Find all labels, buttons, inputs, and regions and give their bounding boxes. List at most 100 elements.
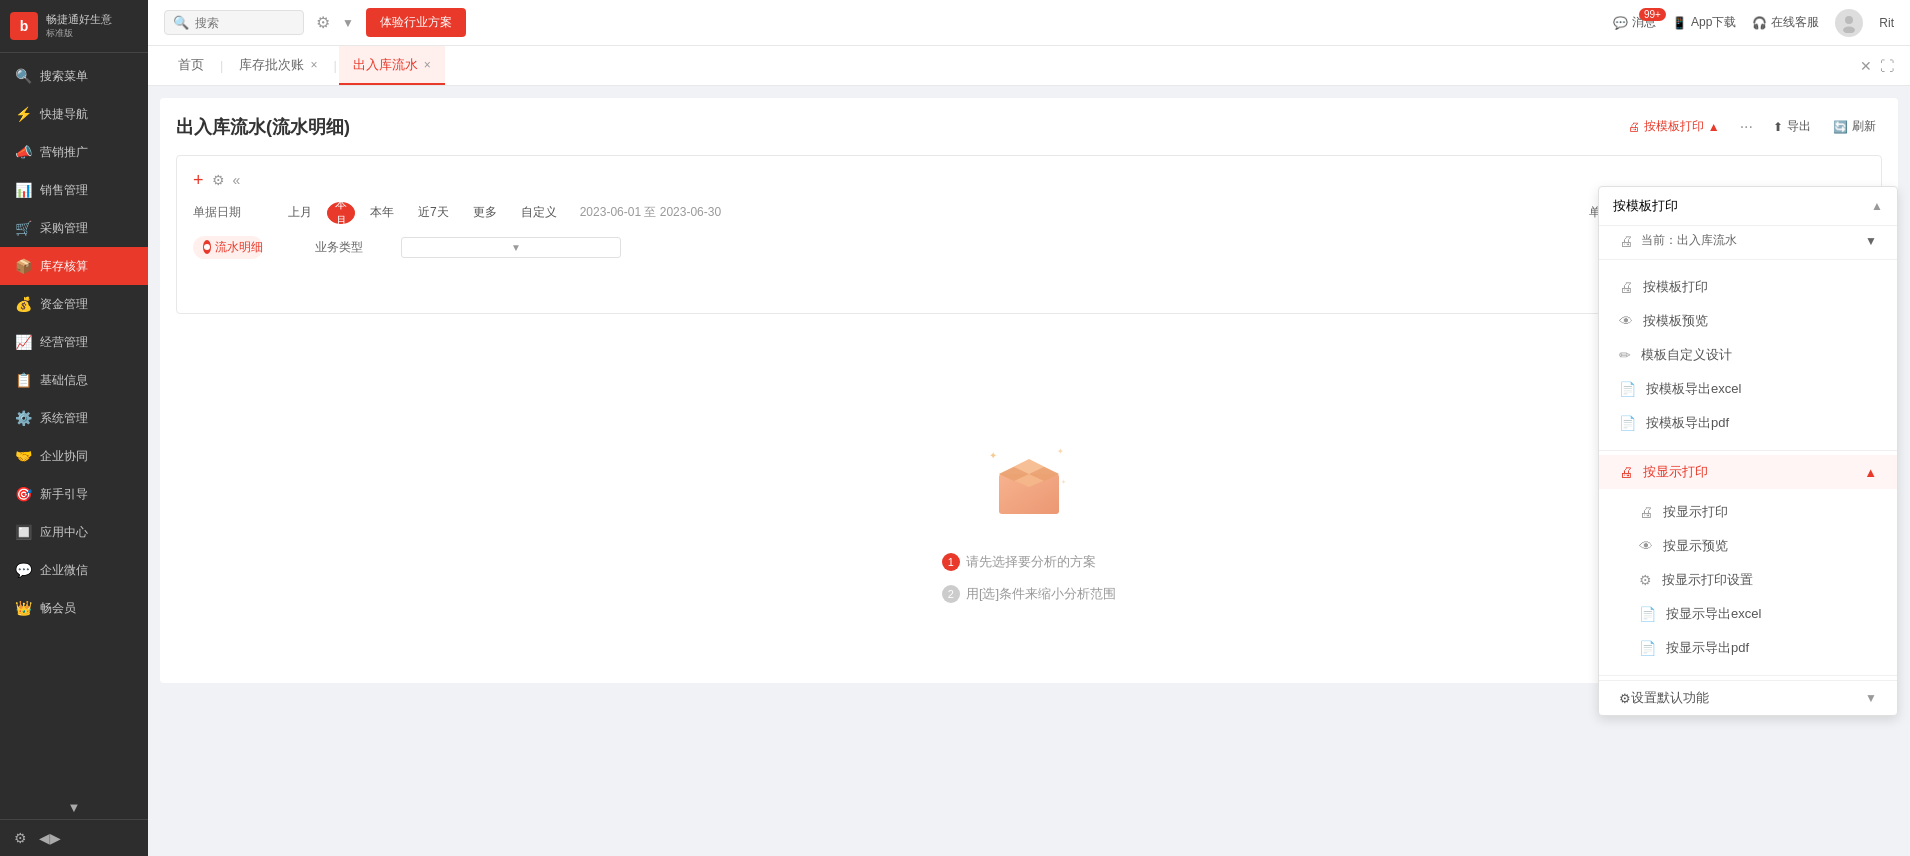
printer-icon: 🖨 [1619, 279, 1633, 295]
business-type-select[interactable]: ▼ [401, 237, 621, 258]
template-print-label: 按模板打印 [1644, 118, 1704, 135]
wechat-icon: 💬 [14, 561, 32, 579]
page-header-actions: 🖨 按模板打印 ▲ ··· ⬆ 导出 🔄 刷新 [1622, 114, 1882, 139]
date-tag-7days[interactable]: 近7天 [409, 201, 458, 224]
svg-point-0 [1845, 16, 1853, 24]
collapse-icon[interactable]: ◀▶ [39, 830, 61, 846]
headset-icon: 🎧 [1752, 16, 1767, 30]
page-header: 出入库流水(流水明细) 🖨 按模板打印 ▲ ··· ⬆ 导出 🔄 刷新 [176, 114, 1882, 139]
date-tag-this-year[interactable]: 本年 [361, 201, 403, 224]
template-pdf-label: 按模板导出pdf [1646, 414, 1729, 432]
filter-collapse-icon[interactable]: « [233, 172, 241, 188]
sidebar-item-marketing[interactable]: 📣 营销推广 [0, 133, 148, 171]
svg-text:✦: ✦ [1057, 447, 1064, 456]
sidebar-label-wechat: 企业微信 [40, 562, 88, 579]
sidebar-item-system[interactable]: ⚙️ 系统管理 [0, 399, 148, 437]
dropdown-display-print[interactable]: 🖨 按显示打印 [1599, 495, 1897, 529]
display-print-section-header[interactable]: 🖨 按显示打印 ▲ [1599, 455, 1897, 489]
date-tag-custom[interactable]: 自定义 [512, 201, 566, 224]
sidebar-item-apps[interactable]: 🔲 应用中心 [0, 513, 148, 551]
dropdown-footer[interactable]: ⚙ 设置默认功能 ▼ [1599, 680, 1897, 715]
tab-batch-close[interactable]: × [310, 58, 317, 72]
sales-icon: 📊 [14, 181, 32, 199]
dropdown-template-pdf[interactable]: 📄 按模板导出pdf [1599, 406, 1897, 440]
sidebar-item-collab[interactable]: 🤝 企业协同 [0, 437, 148, 475]
window-buttons: ✕ ⛶ [1860, 58, 1894, 74]
sidebar-nav: 🔍 搜索菜单 ⚡ 快捷导航 📣 营销推广 📊 销售管理 🛒 采购管理 📦 库存核… [0, 53, 148, 796]
settings-icon[interactable]: ⚙ [14, 830, 27, 846]
dropdown-close-icon[interactable]: ▲ [1871, 199, 1883, 213]
business-select-arrow: ▼ [511, 242, 612, 253]
download-icon: 📱 [1672, 16, 1687, 30]
sidebar-item-operation[interactable]: 📈 经营管理 [0, 323, 148, 361]
date-tag-this-month[interactable]: 本月 [327, 202, 355, 224]
tab-home[interactable]: 首页 [164, 46, 218, 85]
dropdown-template-preview[interactable]: 👁 按模板预览 [1599, 304, 1897, 338]
sidebar-label-guide: 新手引导 [40, 486, 88, 503]
window-expand-btn[interactable]: ⛶ [1880, 58, 1894, 74]
sidebar-item-inventory[interactable]: 📦 库存核算 [0, 247, 148, 285]
sidebar-item-purchase[interactable]: 🛒 采购管理 [0, 209, 148, 247]
chevron-down-icon: ▼ [342, 16, 354, 30]
topbar-gear[interactable]: ⚙ [316, 13, 330, 32]
refresh-btn[interactable]: 🔄 刷新 [1827, 114, 1882, 139]
dropdown-display-pdf[interactable]: 📄 按显示导出pdf [1599, 631, 1897, 665]
dropdown-display-settings[interactable]: ⚙ 按显示打印设置 [1599, 563, 1897, 597]
sidebar-item-finance[interactable]: 💰 资金管理 [0, 285, 148, 323]
page-content: 出入库流水(流水明细) 🖨 按模板打印 ▲ ··· ⬆ 导出 🔄 刷新 [148, 86, 1910, 856]
trial-btn[interactable]: 体验行业方案 [366, 8, 466, 37]
empty-svg: ✦ ✦ ✦ [979, 429, 1079, 529]
sidebar-item-guide[interactable]: 🎯 新手引导 [0, 475, 148, 513]
sidebar-label-search: 搜索菜单 [40, 68, 88, 85]
search-box[interactable]: 🔍 [164, 10, 304, 35]
search-input[interactable] [195, 16, 295, 30]
divider-2 [1599, 450, 1897, 451]
sidebar-scroll-down[interactable]: ▼ [0, 796, 148, 819]
step1-text: 请先选择要分析的方案 [966, 549, 1096, 575]
app-download-link[interactable]: 📱 App下载 [1672, 14, 1736, 31]
sidebar-item-shortcut[interactable]: ⚡ 快捷导航 [0, 95, 148, 133]
add-filter-btn[interactable]: + [193, 170, 204, 191]
sidebar-item-wechat[interactable]: 💬 企业微信 [0, 551, 148, 589]
filter-settings-icon[interactable]: ⚙ [212, 172, 225, 188]
template-excel-label: 按模板导出excel [1646, 380, 1741, 398]
empty-illustration: ✦ ✦ ✦ [979, 429, 1079, 529]
message-link[interactable]: 💬 消息 99+ [1613, 14, 1656, 31]
window-close-btn[interactable]: ✕ [1860, 58, 1872, 74]
current-arrow[interactable]: ▼ [1865, 234, 1877, 248]
refresh-icon: 🔄 [1833, 120, 1848, 134]
display-printer-icon: 🖨 [1639, 504, 1653, 520]
username-label[interactable]: Rit [1879, 16, 1894, 30]
user-avatar[interactable] [1835, 9, 1863, 37]
tab-flow-close[interactable]: × [424, 58, 431, 72]
svg-text:✦: ✦ [989, 450, 997, 461]
dropdown-display-preview[interactable]: 👁 按显示预览 [1599, 529, 1897, 563]
svg-point-2 [204, 244, 210, 250]
svg-point-1 [1843, 26, 1855, 33]
sidebar-item-search[interactable]: 🔍 搜索菜单 [0, 57, 148, 95]
date-tag-last-month[interactable]: 上月 [279, 201, 321, 224]
filter-tag-container: 流水明细 [193, 236, 263, 259]
search-icon: 🔍 [14, 67, 32, 85]
dropdown-template-print[interactable]: 🖨 按模板打印 [1599, 270, 1897, 304]
online-service-label: 在线客服 [1771, 14, 1819, 31]
online-service-link[interactable]: 🎧 在线客服 [1752, 14, 1819, 31]
main-content: 🔍 ⚙ ▼ 体验行业方案 💬 消息 99+ 📱 App下载 🎧 在线客服 [148, 0, 1910, 856]
sidebar-label-member: 畅会员 [40, 600, 76, 617]
topbar-right: 💬 消息 99+ 📱 App下载 🎧 在线客服 Rit [1613, 9, 1894, 37]
dropdown-display-excel[interactable]: 📄 按显示导出excel [1599, 597, 1897, 631]
scroll-down-icon: ▼ [68, 800, 81, 815]
display-print-header-label: 按显示打印 [1643, 463, 1708, 481]
date-tag-more[interactable]: 更多 [464, 201, 506, 224]
dropdown-template-custom[interactable]: ✏ 模板自定义设计 [1599, 338, 1897, 372]
tab-batch[interactable]: 库存批次账 × [225, 46, 331, 85]
dropdown-template-excel[interactable]: 📄 按模板导出excel [1599, 372, 1897, 406]
sidebar-item-member[interactable]: 👑 畅会员 [0, 589, 148, 627]
sidebar-item-sales[interactable]: 📊 销售管理 [0, 171, 148, 209]
more-options-icon[interactable]: ··· [1736, 118, 1757, 136]
export-btn[interactable]: ⬆ 导出 [1767, 114, 1817, 139]
template-print-btn[interactable]: 🖨 按模板打印 ▲ [1622, 114, 1726, 139]
tab-flow[interactable]: 出入库流水 × [339, 46, 445, 85]
sidebar-label-finance: 资金管理 [40, 296, 88, 313]
sidebar-item-basic[interactable]: 📋 基础信息 [0, 361, 148, 399]
